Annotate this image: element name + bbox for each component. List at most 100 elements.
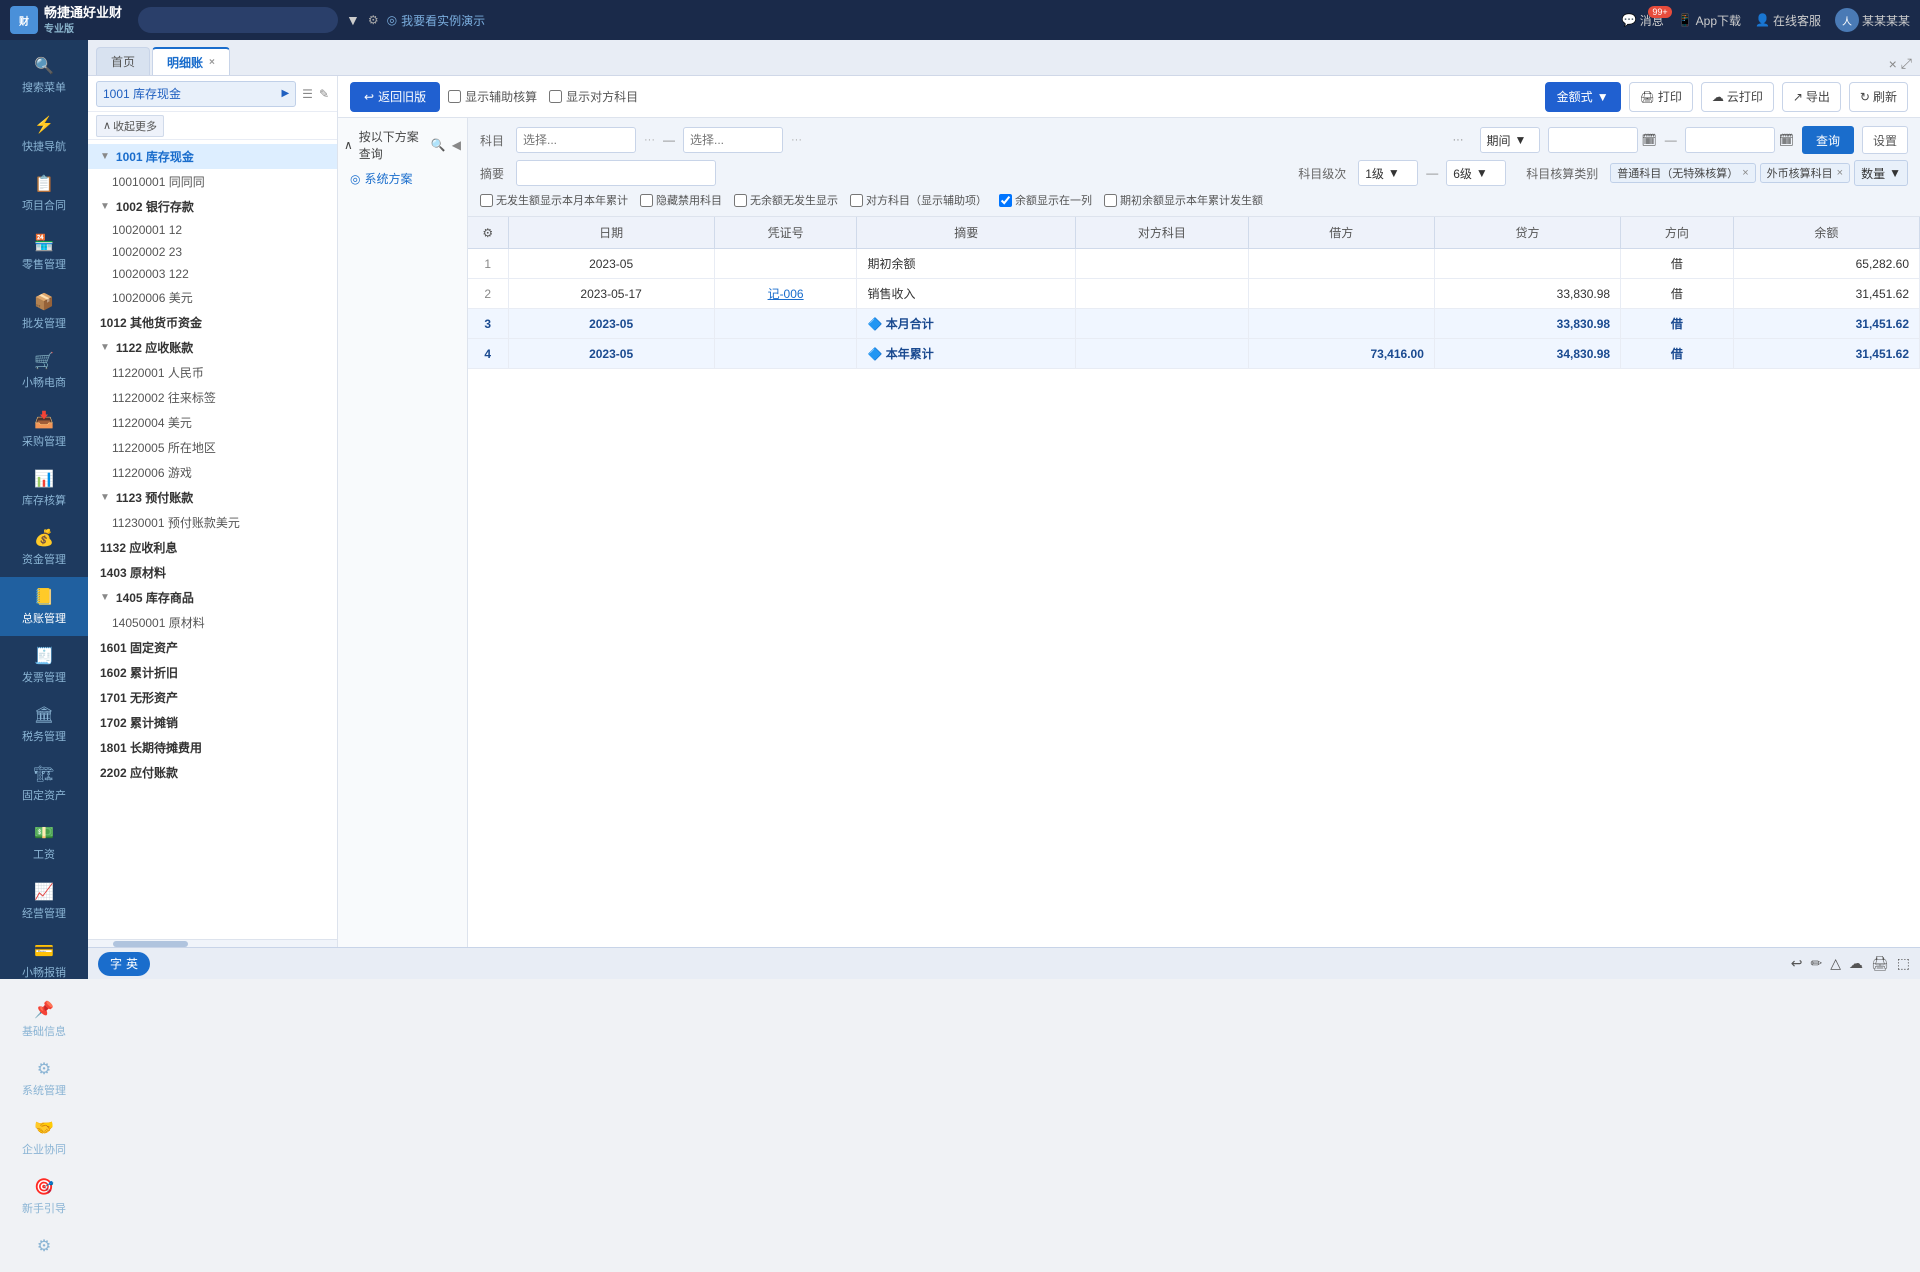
tree-node-10020001[interactable]: 10020001 12 [88,219,337,241]
tree-node-10020003[interactable]: 10020003 122 [88,263,337,285]
tab-detail[interactable]: 明细账 × [152,47,230,75]
settings-gear-icon[interactable]: ⚙ [482,226,493,240]
tree-scrollbar[interactable] [88,939,337,947]
query-collapse-icon[interactable]: ◀ [452,138,461,152]
sidebar-item-operations[interactable]: 📈 经营管理 [0,872,88,931]
tree-node-1701[interactable]: 1701 无形资产 [88,685,337,710]
tag-foreign-close[interactable]: × [1837,167,1843,179]
contra-input[interactable] [850,194,863,207]
summary-input[interactable] [516,160,716,186]
print-btn[interactable]: 🖨 打印 [1629,82,1693,112]
sidebar-item-purchase[interactable]: 📥 采购管理 [0,400,88,459]
checkbox-no-zero[interactable]: 无余额无发生显示 [734,192,838,208]
dropdown-arrow-icon[interactable]: ▼ [346,12,360,28]
sidebar-item-ledger[interactable]: 📒 总账管理 [0,577,88,636]
sidebar-item-stock[interactable]: 📊 库存核算 [0,459,88,518]
date-start-input[interactable]: 2023-05 [1548,127,1638,153]
edit-view-icon[interactable]: ✎ [319,87,329,101]
no-balance-input[interactable] [480,194,493,207]
tree-node-1123[interactable]: ▼ 1123 预付账款 [88,485,337,510]
tree-node-1001[interactable]: ▼ 1001 库存现金 [88,144,337,169]
tree-node-1801[interactable]: 1801 长期待摊费用 [88,735,337,760]
tab-maximize-btn[interactable]: ⤢ [1901,55,1912,72]
query-search-icon[interactable]: 🔍 [431,138,446,152]
checkbox-hide-disabled[interactable]: 隐藏禁用科目 [640,192,722,208]
sidebar-item-guide[interactable]: 🎯 新手引导 [0,1167,88,1226]
tab-home[interactable]: 首页 [96,47,150,75]
amount-mode-btn[interactable]: 金额式 ▼ [1545,82,1621,112]
tree-node-1002[interactable]: ▼ 1002 银行存款 [88,194,337,219]
tree-node-1403[interactable]: 1403 原材料 [88,560,337,585]
tree-node-1405[interactable]: ▼ 1405 库存商品 [88,585,337,610]
sidebar-item-sysmanage[interactable]: ⚙ 系统管理 [0,1049,88,1108]
sidebar-item-wholesale[interactable]: 📦 批发管理 [0,282,88,341]
period-select[interactable]: 期间 ▼ [1480,127,1540,153]
edit-icon[interactable]: ✏ [1810,955,1822,972]
no-zero-input[interactable] [734,194,747,207]
hide-disabled-input[interactable] [640,194,653,207]
filter-settings-btn[interactable]: 设置 [1862,126,1908,154]
sidebar-item-ecommerce[interactable]: 🛒 小畅电商 [0,341,88,400]
demo-link[interactable]: ◎ 我要看实例演示 [387,12,486,29]
sidebar-item-invoice[interactable]: 🧾 发票管理 [0,636,88,695]
list-view-icon[interactable]: ☰ [302,87,313,101]
quantity-dropdown[interactable]: 数量 ▼ [1854,160,1908,186]
user-menu[interactable]: 人 某某某某 [1835,8,1910,32]
global-search-input[interactable] [138,7,338,33]
sidebar-item-finance[interactable]: 💰 资金管理 [0,518,88,577]
tree-node-10020006[interactable]: 10020006 美元 [88,285,337,310]
checkbox-one-col[interactable]: 余额显示在一列 [999,192,1092,208]
tag-normal-close[interactable]: × [1742,167,1748,179]
tree-node-1602[interactable]: 1602 累计折旧 [88,660,337,685]
tree-node-1122[interactable]: ▼ 1122 应收账款 [88,335,337,360]
sidebar-item-expense[interactable]: 💳 小畅报销 [0,931,88,990]
sidebar-item-config[interactable]: ⚙ [33,1226,55,1266]
tree-node-11230001[interactable]: 11230001 预付账款美元 [88,510,337,535]
voucher-link-2[interactable]: 记-006 [768,287,804,301]
tree-node-1601[interactable]: 1601 固定资产 [88,635,337,660]
app-download-btn[interactable]: 📱 App下载 [1678,12,1741,29]
checkbox-year-total[interactable]: 期初余额显示本年累计发生额 [1104,192,1263,208]
settings-icon[interactable]: ⚙ [368,13,379,27]
sidebar-item-search[interactable]: 🔍 搜索菜单 [0,46,88,105]
tree-node-11220001[interactable]: 11220001 人民币 [88,360,337,385]
refresh-btn[interactable]: ↻ 刷新 [1849,82,1908,112]
triangle-icon[interactable]: △ [1830,955,1841,972]
tree-node-1132[interactable]: 1132 应收利息 [88,535,337,560]
back-to-old-btn[interactable]: ↩ 返回旧版 [350,82,440,112]
tree-node-10020002[interactable]: 10020002 23 [88,241,337,263]
sidebar-item-retail[interactable]: 🏪 零售管理 [0,223,88,282]
grid-icon[interactable]: ⬚ [1897,955,1910,972]
subject-input-2[interactable] [683,127,783,153]
sidebar-item-project[interactable]: 📋 项目合同 [0,164,88,223]
query-btn[interactable]: 查询 [1802,126,1854,154]
level-end-select[interactable]: 6级 ▼ [1446,160,1506,186]
cloud-print-btn[interactable]: ☁ 云打印 [1701,82,1774,112]
subject-input[interactable] [516,127,636,153]
undo-icon[interactable]: ↩ [1791,955,1803,972]
level-start-select[interactable]: 1级 ▼ [1358,160,1418,186]
tree-node-1702[interactable]: 1702 累计摊销 [88,710,337,735]
one-col-input[interactable] [999,194,1012,207]
show-contra-input[interactable] [549,90,562,103]
tree-node-14050001[interactable]: 14050001 原材料 [88,610,337,635]
tree-node-11220002[interactable]: 11220002 往来标签 [88,385,337,410]
account-selector[interactable]: 1001 库存现金 ▶ [96,81,296,107]
sidebar-item-cooperation[interactable]: 🤝 企业协同 [0,1108,88,1167]
tree-node-11220004[interactable]: 11220004 美元 [88,410,337,435]
sidebar-item-tax[interactable]: 🏛 税务管理 [0,695,88,754]
language-btn[interactable]: 字 英 [98,952,150,976]
tree-node-1012[interactable]: 1012 其他货币资金 [88,310,337,335]
year-total-input[interactable] [1104,194,1117,207]
tree-node-2202[interactable]: 2202 应付账款 [88,760,337,785]
show-aux-input[interactable] [448,90,461,103]
query-panel-header[interactable]: ∧ 按以下方案查询 🔍 ◀ [344,124,461,166]
show-aux-checkbox[interactable]: 显示辅助核算 [448,88,537,105]
sidebar-item-basic[interactable]: 📌 基础信息 [0,990,88,1049]
sidebar-item-assets[interactable]: 🏗 固定资产 [0,754,88,813]
checkbox-no-balance[interactable]: 无发生额显示本月本年累计 [480,192,628,208]
online-service-btn[interactable]: 👤 在线客服 [1755,12,1821,29]
tree-node-10010001[interactable]: 10010001 同同同 [88,169,337,194]
sidebar-item-quick[interactable]: ⚡ 快捷导航 [0,105,88,164]
show-contra-checkbox[interactable]: 显示对方科目 [549,88,638,105]
